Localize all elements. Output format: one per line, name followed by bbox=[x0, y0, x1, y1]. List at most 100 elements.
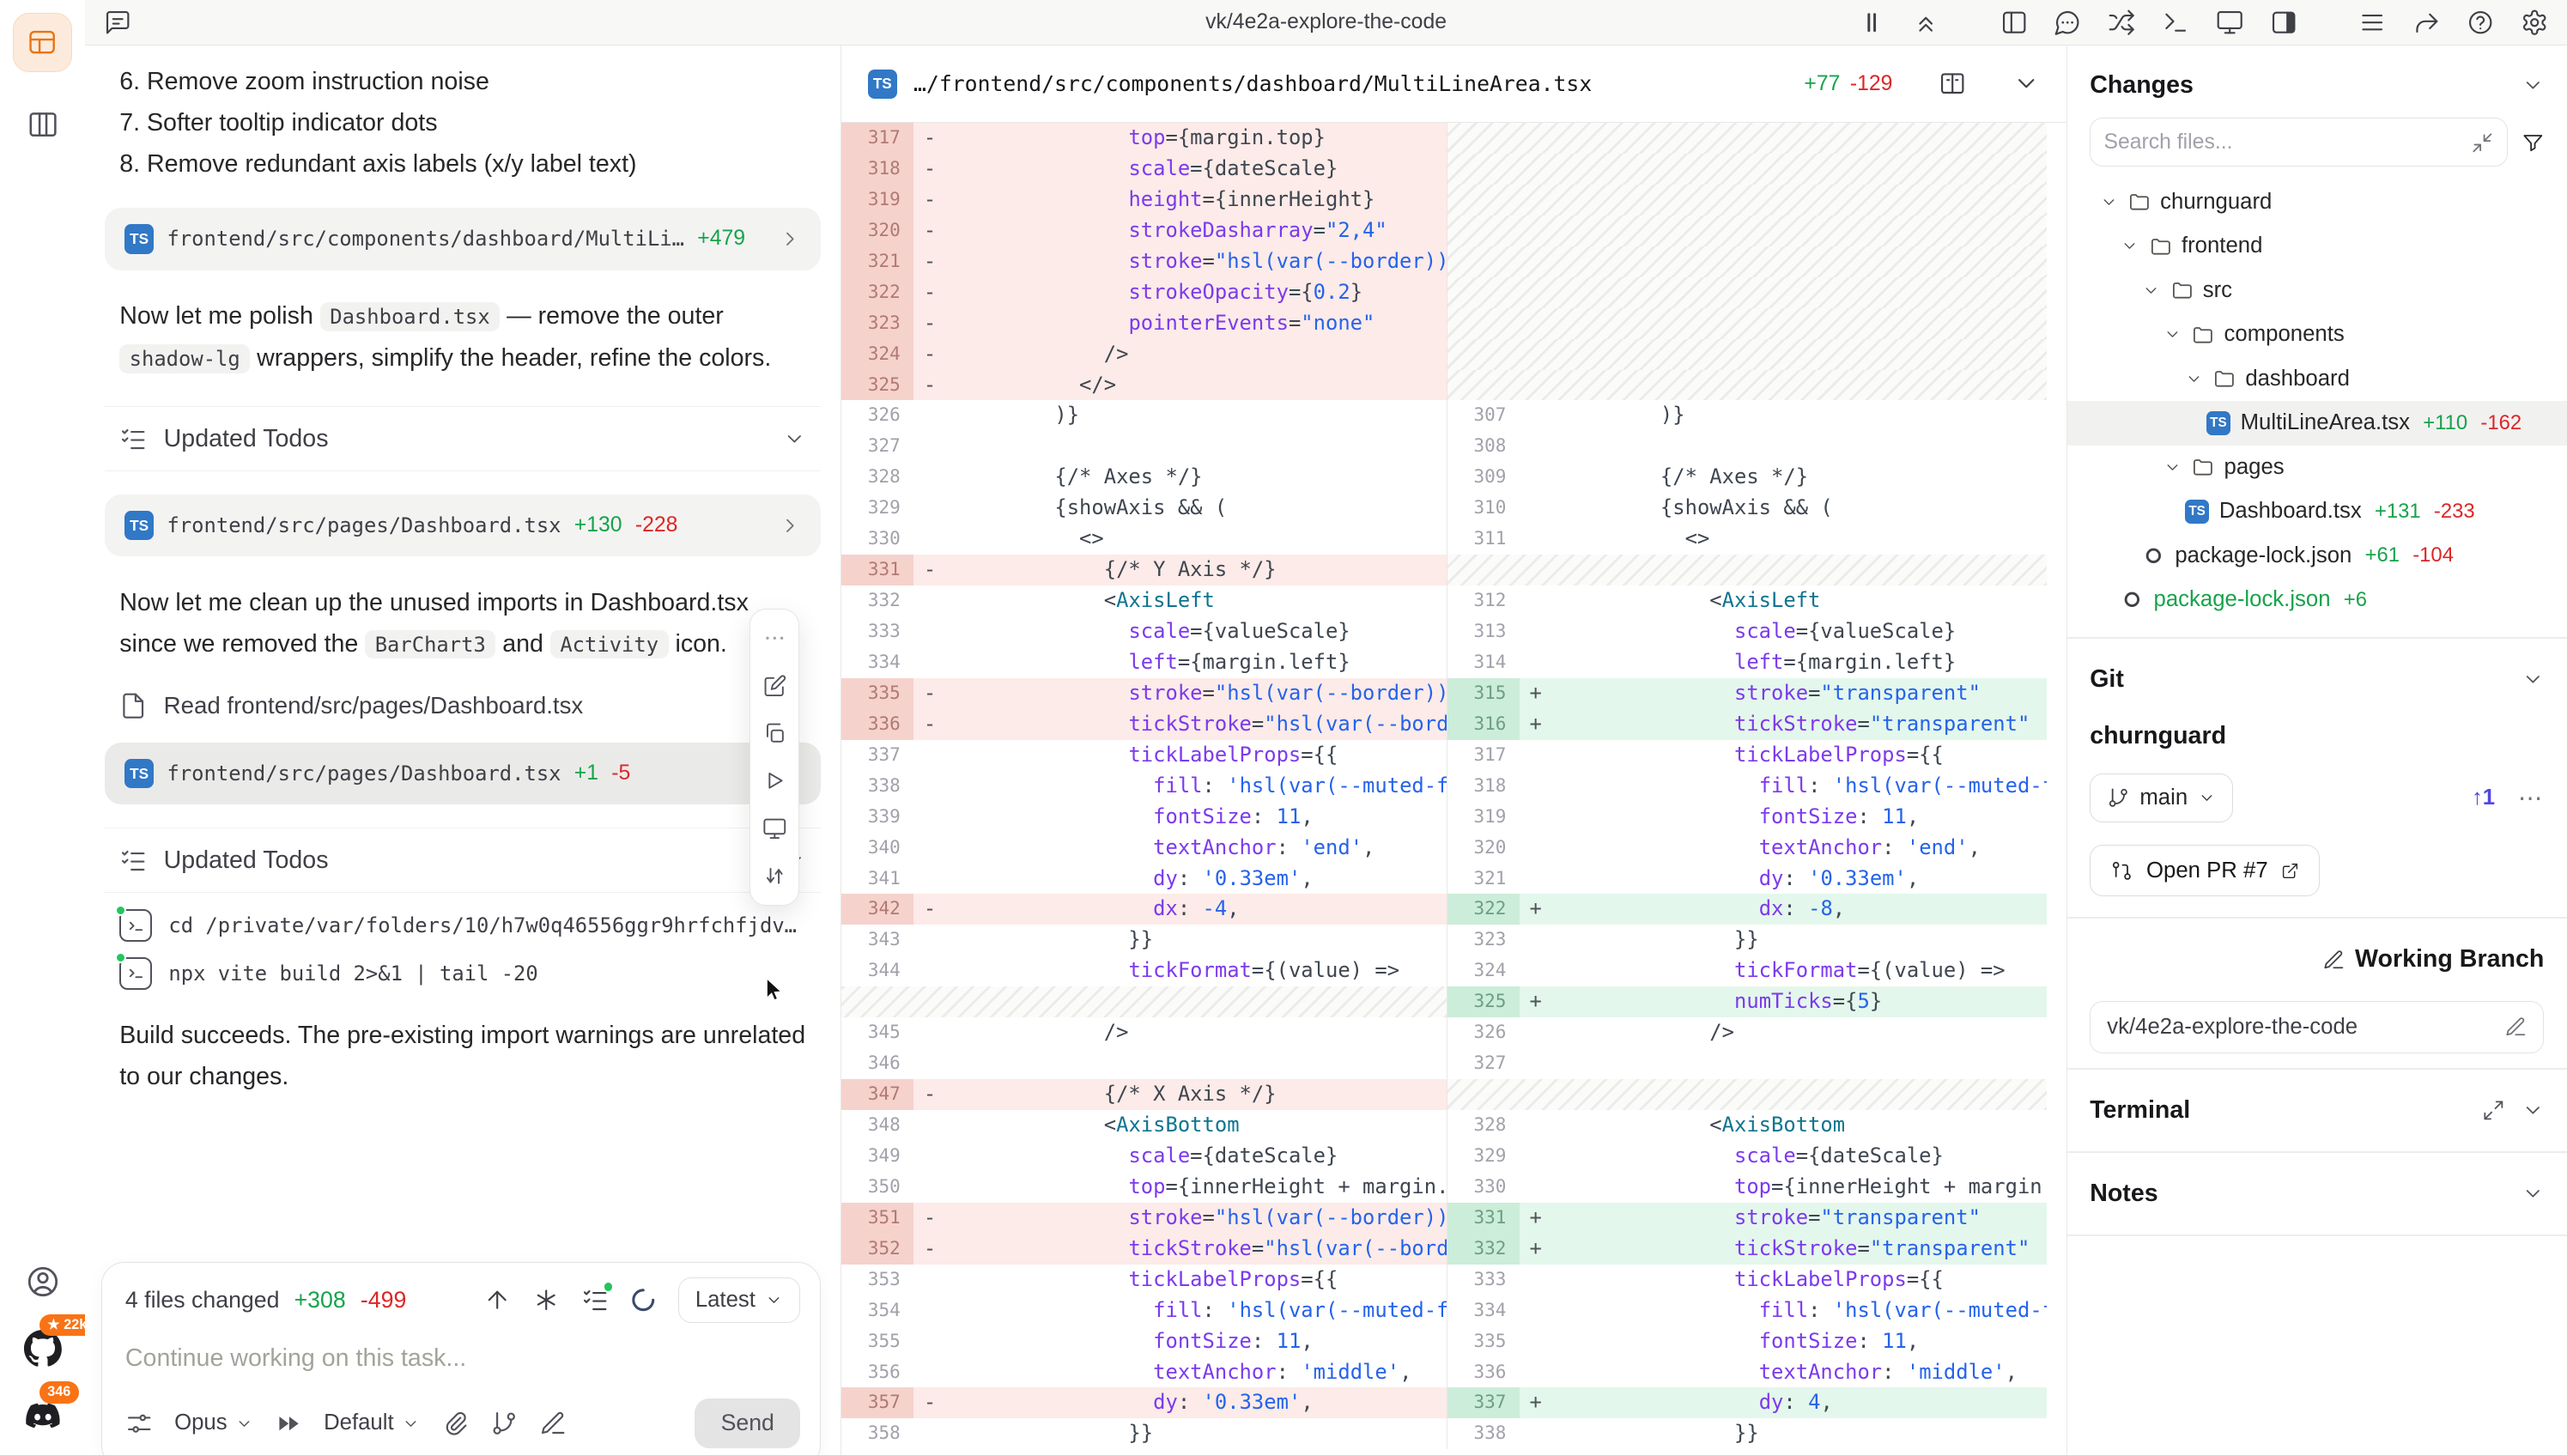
tree-folder-dashboard[interactable]: dashboard bbox=[2067, 357, 2567, 401]
working-branch-box[interactable]: vk/4e2a-explore-the-code bbox=[2090, 1001, 2544, 1053]
monitor-icon[interactable] bbox=[2213, 6, 2246, 39]
git-title: Git bbox=[2090, 665, 2124, 694]
line-number: 349 bbox=[841, 1141, 913, 1172]
file-search[interactable] bbox=[2090, 118, 2508, 167]
expand-icon[interactable] bbox=[2482, 1099, 2505, 1122]
tree-file-Dashboard.tsx[interactable]: TSDashboard.tsx+131-233 bbox=[2067, 489, 2567, 533]
line-number: 322 bbox=[841, 277, 913, 308]
notes-section-header[interactable]: Notes bbox=[2090, 1168, 2544, 1220]
line-number: 358 bbox=[841, 1418, 913, 1449]
branch-icon[interactable] bbox=[490, 1410, 518, 1437]
collapse-up-icon[interactable] bbox=[1909, 6, 1942, 39]
search-input[interactable] bbox=[2103, 130, 2471, 155]
terminal-command-row[interactable]: npx vite build 2>&1 | tail -20 bbox=[105, 957, 821, 990]
updated-todos-row[interactable]: Updated Todos bbox=[105, 406, 821, 471]
panel-right-icon[interactable] bbox=[2267, 6, 2300, 39]
model-dropdown[interactable]: Opus bbox=[174, 1410, 253, 1435]
diff-new-side bbox=[1447, 555, 2047, 585]
folder-name: pages bbox=[2224, 455, 2285, 480]
github-icon[interactable]: ★ 22k bbox=[20, 1326, 65, 1372]
version-label: Latest bbox=[695, 1288, 756, 1313]
text-segment: Now let me polish bbox=[119, 302, 320, 330]
terminal-section-header[interactable]: Terminal bbox=[2090, 1084, 2544, 1137]
active-workspace-icon[interactable] bbox=[13, 13, 72, 72]
terminal-icon[interactable] bbox=[2159, 6, 2192, 39]
fast-forward-icon[interactable] bbox=[275, 1410, 302, 1437]
version-dropdown[interactable]: Latest bbox=[678, 1277, 801, 1323]
diff-new-side: 312 <AxisLeft bbox=[1447, 585, 2047, 616]
branch-dropdown[interactable]: main bbox=[2090, 774, 2232, 822]
tree-folder-churnguard[interactable]: churnguard bbox=[2067, 180, 2567, 224]
shuffle-icon[interactable] bbox=[2105, 6, 2138, 39]
tree-folder-pages[interactable]: pages bbox=[2067, 446, 2567, 489]
line-number: 312 bbox=[1447, 585, 1520, 616]
read-file-row[interactable]: Read frontend/src/pages/Dashboard.tsx bbox=[105, 692, 821, 719]
tree-file-package-lock.json[interactable]: package-lock.json+61-104 bbox=[2067, 534, 2567, 578]
asterisk-icon[interactable] bbox=[532, 1286, 560, 1313]
run-icon[interactable] bbox=[753, 761, 796, 802]
split-view-icon[interactable] bbox=[1939, 70, 1966, 97]
settings-gear-icon[interactable] bbox=[2518, 6, 2551, 39]
code-line: stroke="hsl(var(--border))" bbox=[946, 246, 1447, 277]
diff-old-side: 317- top={margin.top} bbox=[841, 123, 1447, 154]
terminal-command-row[interactable]: cd /private/var/folders/10/h7w0q46556ggr… bbox=[105, 909, 821, 942]
code-line: <AxisBottom bbox=[946, 1110, 1447, 1141]
pull-request-icon bbox=[2110, 859, 2133, 883]
chat-panel-toggle-icon[interactable] bbox=[101, 6, 134, 39]
tree-file-MultiLineArea.tsx[interactable]: TSMultiLineArea.tsx+110-162 bbox=[2067, 401, 2567, 445]
chat-input[interactable] bbox=[102, 1334, 820, 1389]
tree-file-package-lock.json[interactable]: package-lock.json+6 bbox=[2067, 578, 2567, 622]
git-section-header[interactable]: Git bbox=[2090, 653, 2544, 706]
removed-count: -104 bbox=[2412, 543, 2454, 567]
todo-list-icon[interactable] bbox=[581, 1286, 609, 1313]
chat-bubble-icon[interactable] bbox=[2052, 6, 2085, 39]
tree-folder-components[interactable]: components bbox=[2067, 312, 2567, 356]
panel-left-icon[interactable] bbox=[1998, 6, 2030, 39]
compare-icon[interactable] bbox=[753, 855, 796, 896]
code-line bbox=[946, 431, 1447, 462]
file-diff-chip[interactable]: TSfrontend/src/pages/Dashboard.tsx+130-2… bbox=[105, 494, 821, 556]
file-name: frontend/src/pages/Dashboard.tsx bbox=[167, 513, 561, 537]
diff-new-side: 327 bbox=[1447, 1048, 2047, 1079]
collapse-panel-icon[interactable] bbox=[2471, 131, 2494, 155]
diff-marker: - bbox=[913, 1203, 946, 1234]
menu-icon[interactable] bbox=[2356, 6, 2388, 39]
mode-dropdown[interactable]: Default bbox=[324, 1410, 420, 1435]
account-icon[interactable] bbox=[20, 1259, 65, 1304]
diff-table: 317- top={margin.top}318- scale={dateSca… bbox=[841, 123, 2066, 1455]
attach-icon[interactable] bbox=[441, 1410, 469, 1437]
discord-icon[interactable]: 346 bbox=[20, 1393, 65, 1439]
diff-old-side: 338 fill: 'hsl(var(--muted-foreground))'… bbox=[841, 771, 1447, 802]
monitor-icon[interactable] bbox=[753, 808, 796, 849]
diff-row: 342- dx: -4,322+ dx: -8, bbox=[841, 894, 2066, 925]
more-options-icon[interactable] bbox=[753, 618, 796, 659]
send-button[interactable]: Send bbox=[695, 1398, 800, 1447]
edit-branch-icon[interactable] bbox=[2504, 1016, 2528, 1039]
filter-icon[interactable] bbox=[2521, 131, 2545, 155]
commits-ahead[interactable]: ↑1 bbox=[2472, 786, 2495, 810]
diff-row: 321- stroke="hsl(var(--border))" bbox=[841, 246, 2066, 277]
pause-icon[interactable] bbox=[1855, 6, 1888, 39]
text-segment: wrappers, simplify the header, refine th… bbox=[250, 344, 771, 372]
tree-folder-frontend[interactable]: frontend bbox=[2067, 224, 2567, 268]
chevron-right-icon bbox=[779, 514, 802, 537]
share-icon[interactable] bbox=[2410, 6, 2443, 39]
collapse-diff-icon[interactable] bbox=[2012, 70, 2040, 97]
edit-icon[interactable] bbox=[753, 665, 796, 707]
line-number: 334 bbox=[1447, 1295, 1520, 1326]
open-pr-button[interactable]: Open PR #7 bbox=[2090, 845, 2320, 895]
updated-todos-row[interactable]: Updated Todos bbox=[105, 828, 821, 893]
pen-icon[interactable] bbox=[539, 1410, 567, 1437]
file-diff-chip[interactable]: TSfrontend/src/components/dashboard/Mult… bbox=[105, 208, 821, 270]
tree-folder-src[interactable]: src bbox=[2067, 269, 2567, 312]
help-icon[interactable] bbox=[2464, 6, 2497, 39]
scroll-up-icon[interactable] bbox=[483, 1286, 511, 1313]
settings-sliders-icon[interactable] bbox=[125, 1410, 153, 1437]
columns-view-icon[interactable] bbox=[13, 95, 72, 155]
git-more-icon[interactable]: ⋯ bbox=[2518, 783, 2545, 813]
copy-icon[interactable] bbox=[753, 713, 796, 754]
code-line: }} bbox=[1552, 925, 2047, 956]
diff-scroll-gutter bbox=[2047, 1326, 2066, 1357]
changes-section-header[interactable]: Changes bbox=[2090, 59, 2544, 112]
file-diff-chip[interactable]: TSfrontend/src/pages/Dashboard.tsx+1-5 bbox=[105, 743, 821, 804]
